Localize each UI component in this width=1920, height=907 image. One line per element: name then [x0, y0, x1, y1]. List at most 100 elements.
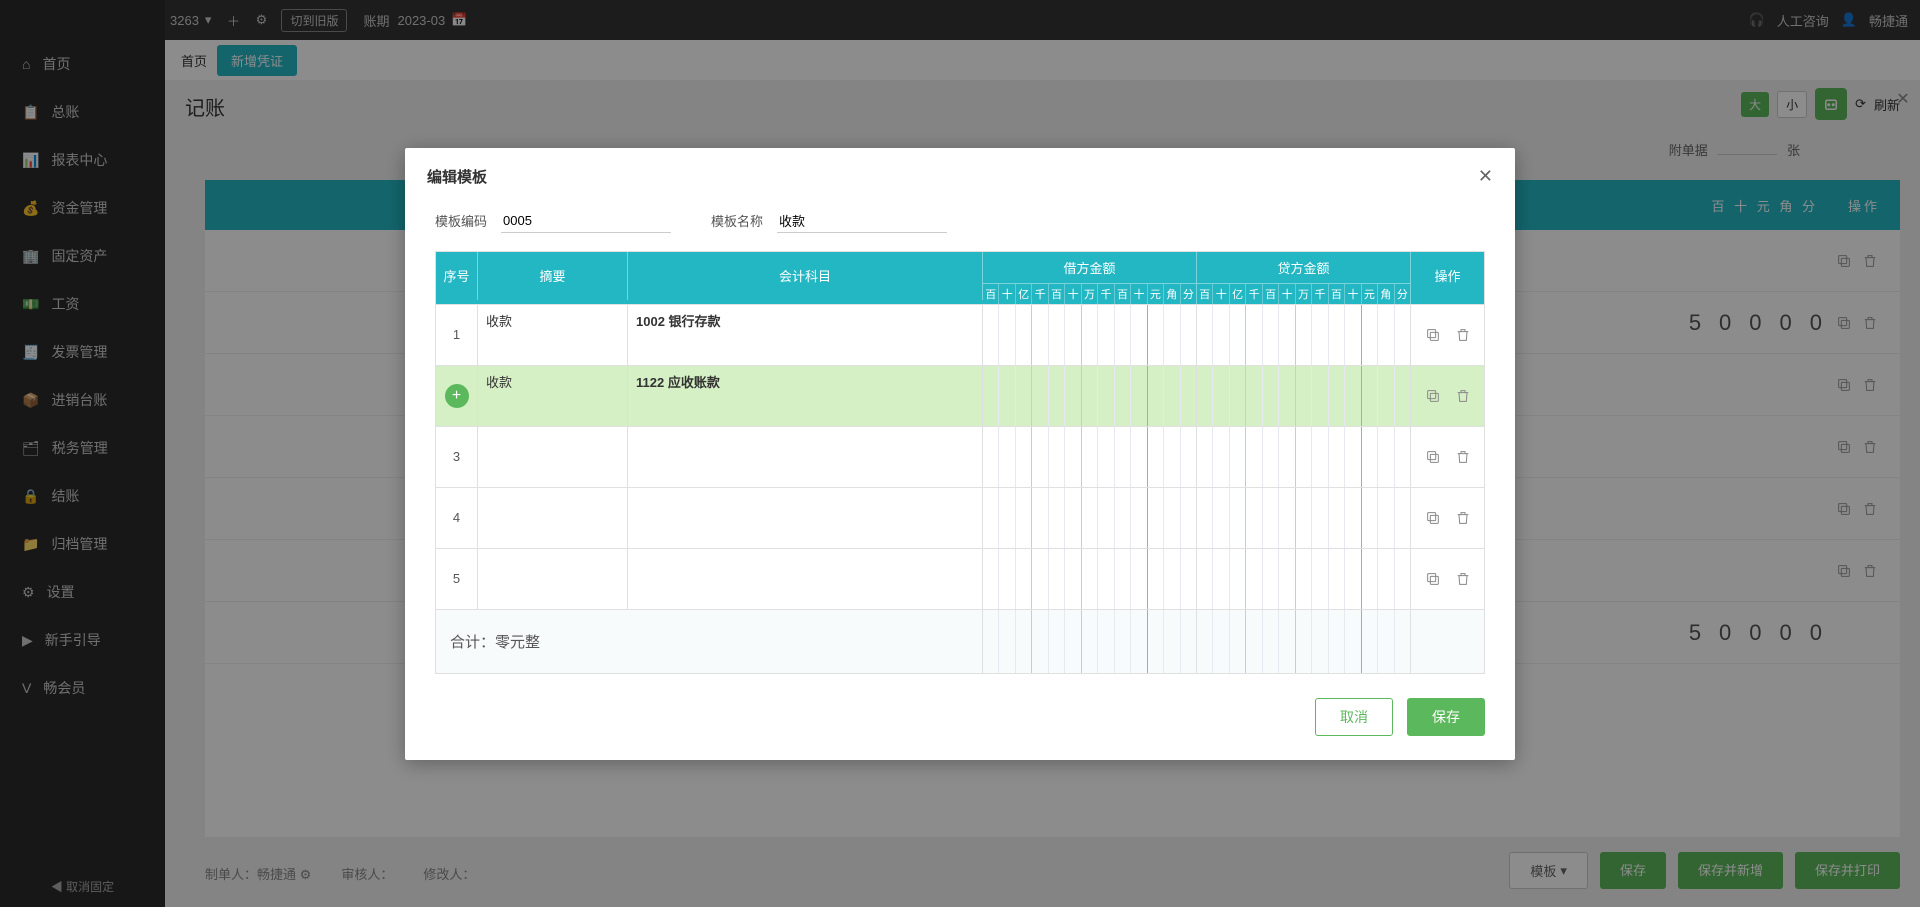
amount-digit-cell[interactable] — [1246, 305, 1262, 365]
amount-digit-cell[interactable] — [1082, 366, 1098, 426]
amount-digit-cell[interactable] — [1230, 427, 1246, 487]
amount-digit-cell[interactable] — [1115, 427, 1131, 487]
amount-digit-cell[interactable] — [1148, 366, 1164, 426]
amount-digit-cell[interactable] — [1148, 488, 1164, 548]
amount-digit-cell[interactable] — [999, 305, 1015, 365]
amount-digit-cell[interactable] — [1065, 488, 1081, 548]
amount-digit-cell[interactable] — [1032, 305, 1048, 365]
row-summary[interactable]: 收款 — [478, 305, 628, 365]
amount-digit-cell[interactable] — [1032, 427, 1048, 487]
amount-digit-cell[interactable] — [1246, 366, 1262, 426]
amount-digit-cell[interactable] — [1098, 488, 1114, 548]
copy-icon[interactable] — [1425, 510, 1441, 526]
amount-digit-cell[interactable] — [1082, 427, 1098, 487]
amount-digit-cell[interactable] — [1148, 427, 1164, 487]
amount-digit-cell[interactable] — [1378, 305, 1394, 365]
row-debit[interactable] — [983, 549, 1197, 609]
amount-digit-cell[interactable] — [1312, 366, 1328, 426]
amount-digit-cell[interactable] — [1279, 427, 1295, 487]
amount-digit-cell[interactable] — [1164, 305, 1180, 365]
row-summary[interactable]: 收款 — [478, 366, 628, 426]
row-summary[interactable] — [478, 427, 628, 487]
row-credit[interactable] — [1197, 488, 1411, 548]
amount-digit-cell[interactable] — [1279, 549, 1295, 609]
amount-digit-cell[interactable] — [1312, 488, 1328, 548]
amount-digit-cell[interactable] — [1296, 549, 1312, 609]
amount-digit-cell[interactable] — [1082, 488, 1098, 548]
amount-digit-cell[interactable] — [1345, 366, 1361, 426]
delete-icon[interactable] — [1455, 510, 1471, 526]
amount-digit-cell[interactable] — [1197, 549, 1213, 609]
copy-icon[interactable] — [1425, 388, 1441, 404]
amount-digit-cell[interactable] — [1131, 366, 1147, 426]
amount-digit-cell[interactable] — [1065, 549, 1081, 609]
template-code-input[interactable] — [501, 209, 671, 233]
amount-digit-cell[interactable] — [983, 488, 999, 548]
amount-digit-cell[interactable] — [1032, 549, 1048, 609]
row-debit[interactable] — [983, 366, 1197, 426]
delete-icon[interactable] — [1455, 571, 1471, 587]
amount-digit-cell[interactable] — [1115, 488, 1131, 548]
amount-digit-cell[interactable] — [1246, 427, 1262, 487]
amount-digit-cell[interactable] — [1065, 305, 1081, 365]
amount-digit-cell[interactable] — [1131, 549, 1147, 609]
amount-digit-cell[interactable] — [1312, 427, 1328, 487]
copy-icon[interactable] — [1425, 449, 1441, 465]
amount-digit-cell[interactable] — [1197, 488, 1213, 548]
amount-digit-cell[interactable] — [1098, 549, 1114, 609]
row-account[interactable] — [628, 427, 983, 487]
amount-digit-cell[interactable] — [1329, 488, 1345, 548]
amount-digit-cell[interactable] — [1263, 305, 1279, 365]
amount-digit-cell[interactable] — [1230, 549, 1246, 609]
amount-digit-cell[interactable] — [1032, 366, 1048, 426]
row-account[interactable] — [628, 549, 983, 609]
amount-digit-cell[interactable] — [1164, 427, 1180, 487]
amount-digit-cell[interactable] — [1049, 549, 1065, 609]
amount-digit-cell[interactable] — [1312, 305, 1328, 365]
amount-digit-cell[interactable] — [1362, 549, 1378, 609]
amount-digit-cell[interactable] — [1181, 305, 1196, 365]
amount-digit-cell[interactable] — [1181, 488, 1196, 548]
amount-digit-cell[interactable] — [1197, 366, 1213, 426]
amount-digit-cell[interactable] — [1296, 427, 1312, 487]
amount-digit-cell[interactable] — [1213, 549, 1229, 609]
amount-digit-cell[interactable] — [1098, 427, 1114, 487]
amount-digit-cell[interactable] — [983, 305, 999, 365]
amount-digit-cell[interactable] — [1345, 549, 1361, 609]
amount-digit-cell[interactable] — [1263, 366, 1279, 426]
amount-digit-cell[interactable] — [1378, 366, 1394, 426]
amount-digit-cell[interactable] — [1164, 488, 1180, 548]
amount-digit-cell[interactable] — [1164, 366, 1180, 426]
amount-digit-cell[interactable] — [1395, 366, 1410, 426]
delete-icon[interactable] — [1455, 449, 1471, 465]
amount-digit-cell[interactable] — [1197, 305, 1213, 365]
row-debit[interactable] — [983, 305, 1197, 365]
amount-digit-cell[interactable] — [1115, 549, 1131, 609]
amount-digit-cell[interactable] — [1395, 427, 1410, 487]
amount-digit-cell[interactable] — [1148, 549, 1164, 609]
amount-digit-cell[interactable] — [1263, 427, 1279, 487]
amount-digit-cell[interactable] — [1395, 305, 1410, 365]
amount-digit-cell[interactable] — [1362, 488, 1378, 548]
amount-digit-cell[interactable] — [999, 366, 1015, 426]
amount-digit-cell[interactable] — [1213, 488, 1229, 548]
amount-digit-cell[interactable] — [1016, 366, 1032, 426]
amount-digit-cell[interactable] — [1279, 305, 1295, 365]
row-credit[interactable] — [1197, 549, 1411, 609]
amount-digit-cell[interactable] — [1016, 305, 1032, 365]
amount-digit-cell[interactable] — [1230, 305, 1246, 365]
cancel-button[interactable]: 取消 — [1315, 698, 1393, 736]
amount-digit-cell[interactable] — [1131, 305, 1147, 365]
amount-digit-cell[interactable] — [1395, 488, 1410, 548]
amount-digit-cell[interactable] — [1016, 427, 1032, 487]
amount-digit-cell[interactable] — [1378, 488, 1394, 548]
amount-digit-cell[interactable] — [1098, 366, 1114, 426]
amount-digit-cell[interactable] — [1345, 488, 1361, 548]
amount-digit-cell[interactable] — [1181, 427, 1196, 487]
amount-digit-cell[interactable] — [1115, 366, 1131, 426]
row-account[interactable]: 1122 应收账款 — [628, 366, 983, 426]
amount-digit-cell[interactable] — [1329, 366, 1345, 426]
save-button[interactable]: 保存 — [1407, 698, 1485, 736]
amount-digit-cell[interactable] — [1164, 549, 1180, 609]
amount-digit-cell[interactable] — [1296, 366, 1312, 426]
